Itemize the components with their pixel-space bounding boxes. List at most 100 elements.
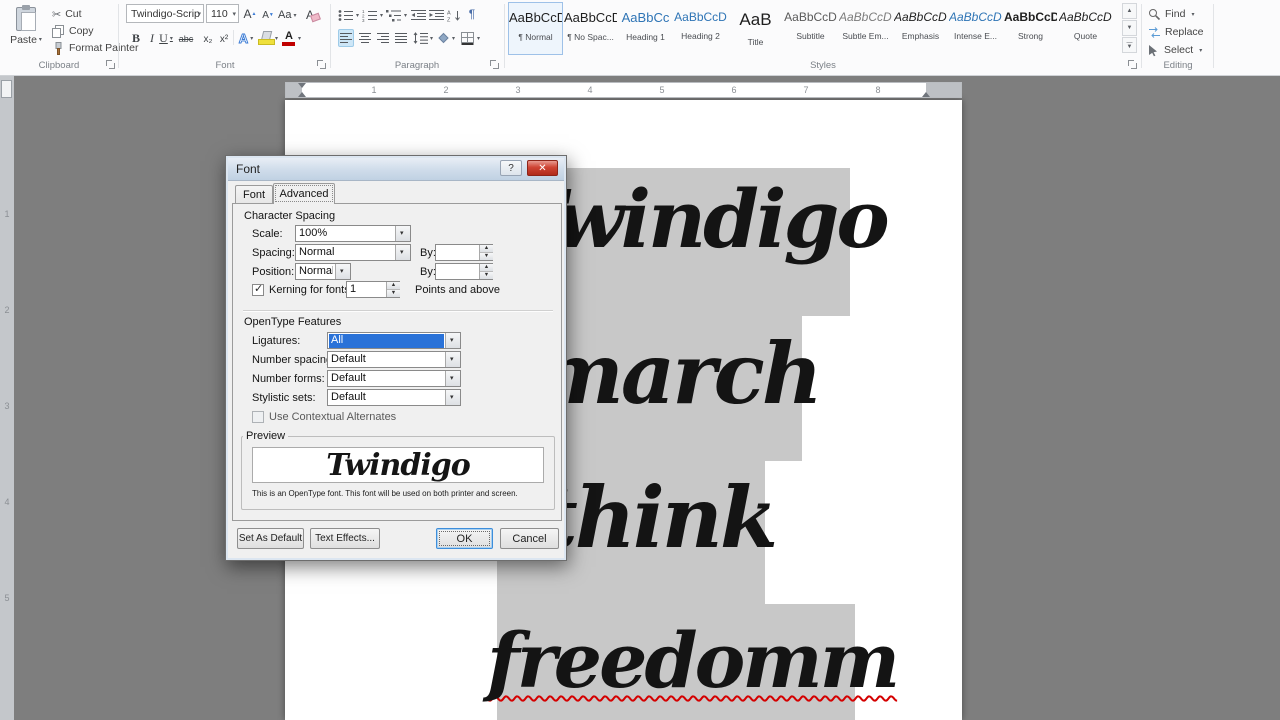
style-item[interactable]: AaBbCcDc ¶ No Spac...: [563, 2, 618, 55]
bullets-button[interactable]: [338, 6, 359, 24]
sort-button[interactable]: AZ: [446, 6, 462, 24]
spin-up-icon[interactable]: ▲: [387, 282, 400, 290]
stylistic-sets-combobox[interactable]: Default: [327, 389, 461, 406]
strikethrough-button[interactable]: abc: [178, 30, 194, 48]
find-button[interactable]: Find: [1148, 6, 1194, 22]
align-center-button[interactable]: [357, 29, 373, 47]
contextual-alternates-checkbox[interactable]: [252, 411, 264, 423]
gallery-more-button[interactable]: —▼: [1122, 37, 1137, 53]
left-indent-marker[interactable]: [298, 92, 306, 97]
clear-formatting-button[interactable]: A: [302, 6, 318, 24]
kerning-spinner[interactable]: 1 ▲▼: [346, 281, 400, 298]
position-by-spinner[interactable]: ▲▼: [435, 263, 493, 280]
first-line-indent-marker[interactable]: [298, 83, 306, 88]
style-item[interactable]: AaBbCcDt Strong: [1003, 2, 1058, 55]
dialog-title: Font: [236, 162, 260, 176]
paste-clipboard-icon: [16, 7, 36, 31]
paragraph-dialog-launcher[interactable]: [490, 60, 500, 70]
help-button[interactable]: ?: [500, 160, 522, 176]
number-spacing-combobox[interactable]: Default: [327, 351, 461, 368]
chevron-down-icon[interactable]: [445, 333, 460, 348]
position-combobox[interactable]: Normal: [295, 263, 351, 280]
number-forms-combobox[interactable]: Default: [327, 370, 461, 387]
section-separator: [243, 310, 553, 312]
chevron-down-icon[interactable]: [395, 245, 410, 260]
scale-combobox[interactable]: 100%: [295, 225, 411, 242]
shrink-font-button[interactable]: A▼: [260, 6, 276, 24]
cancel-button[interactable]: Cancel: [500, 528, 559, 549]
tab-advanced[interactable]: Advanced: [273, 183, 335, 204]
font-dialog-launcher[interactable]: [317, 60, 327, 70]
multilevel-list-button[interactable]: [386, 6, 407, 24]
set-as-default-button[interactable]: Set As Default: [237, 528, 304, 549]
style-item[interactable]: AaBbCcDt Subtle Em...: [838, 2, 893, 55]
text-effects-button[interactable]: A: [238, 29, 254, 47]
ok-button[interactable]: OK: [436, 528, 493, 549]
copy-button[interactable]: Copy: [52, 23, 94, 39]
font-name-combobox[interactable]: Twindigo-Scrip: [126, 4, 204, 23]
change-case-button[interactable]: Aa: [278, 6, 296, 24]
decrease-indent-button[interactable]: [410, 6, 426, 24]
style-item[interactable]: AaBbCc Heading 1: [618, 2, 673, 55]
grow-font-button[interactable]: A▲: [242, 5, 258, 23]
styles-dialog-launcher[interactable]: [1128, 60, 1138, 70]
chevron-down-icon[interactable]: [335, 264, 350, 279]
superscript-button[interactable]: x²: [216, 30, 232, 48]
style-item[interactable]: AaBbCcD Subtitle: [783, 2, 838, 55]
style-item[interactable]: AaBbCcDc ¶ Normal: [508, 2, 563, 55]
document-word[interactable]: freedomm: [487, 616, 897, 705]
style-item[interactable]: AaBbCcD Heading 2: [673, 2, 728, 55]
horizontal-ruler[interactable]: 12345678: [285, 82, 962, 98]
style-item[interactable]: AaBbCcDt Quote: [1058, 2, 1113, 55]
chevron-down-icon[interactable]: [445, 371, 460, 386]
underline-button[interactable]: U: [158, 29, 174, 47]
chevron-down-icon[interactable]: [395, 226, 410, 241]
clipboard-dialog-launcher[interactable]: [106, 60, 116, 70]
copy-icon: [52, 25, 65, 38]
numbering-button[interactable]: 123: [362, 6, 383, 24]
chevron-down-icon[interactable]: [445, 390, 460, 405]
ligatures-combobox[interactable]: All: [327, 332, 461, 349]
close-button[interactable]: ✕: [527, 160, 558, 176]
select-button[interactable]: Select: [1148, 42, 1202, 58]
gallery-scroll-down-button[interactable]: ▼: [1122, 20, 1137, 36]
spin-down-icon[interactable]: ▼: [480, 272, 493, 280]
increase-indent-button[interactable]: [428, 6, 444, 24]
right-indent-marker[interactable]: [922, 92, 930, 97]
document-word[interactable]: march: [535, 324, 820, 423]
bold-button[interactable]: B: [128, 29, 144, 47]
borders-button[interactable]: [461, 29, 480, 47]
spin-down-icon[interactable]: ▼: [387, 290, 400, 298]
tab-font[interactable]: Font: [235, 185, 273, 204]
show-paragraph-marks-button[interactable]: ¶: [464, 5, 480, 23]
kerning-suffix-label: Points and above: [415, 284, 500, 296]
format-painter-button[interactable]: Format Painter: [52, 40, 138, 56]
document-word[interactable]: think: [539, 468, 775, 567]
gallery-scroll-up-button[interactable]: ▲: [1122, 3, 1137, 19]
shading-button[interactable]: [437, 29, 455, 47]
replace-button[interactable]: Replace: [1148, 24, 1204, 40]
font-size-combobox[interactable]: 110: [206, 4, 239, 23]
cut-button[interactable]: ✂ Cut: [52, 6, 82, 22]
vertical-scroll-thumb[interactable]: [1, 80, 12, 98]
text-highlight-button[interactable]: [258, 29, 278, 47]
subscript-button[interactable]: x₂: [200, 30, 216, 48]
spin-up-icon[interactable]: ▲: [480, 264, 493, 272]
justify-button[interactable]: [393, 29, 409, 47]
line-spacing-button[interactable]: [413, 29, 433, 47]
vertical-ruler[interactable]: 12345: [0, 76, 14, 720]
align-right-button[interactable]: [375, 29, 391, 47]
align-left-button[interactable]: [338, 29, 354, 47]
spacing-combobox[interactable]: Normal: [295, 244, 411, 261]
kerning-checkbox[interactable]: [252, 284, 264, 296]
style-item[interactable]: AaB Title: [728, 2, 783, 55]
spin-up-icon[interactable]: ▲: [480, 245, 493, 253]
font-color-button[interactable]: A: [282, 29, 301, 47]
style-item[interactable]: AaBbCcDt Intense E...: [948, 2, 1003, 55]
paste-button[interactable]: Paste: [5, 3, 47, 67]
chevron-down-icon[interactable]: [445, 352, 460, 367]
style-item[interactable]: AaBbCcDt Emphasis: [893, 2, 948, 55]
spacing-by-spinner[interactable]: ▲▼: [435, 244, 493, 261]
text-effects-button-dialog[interactable]: Text Effects...: [310, 528, 380, 549]
spin-down-icon[interactable]: ▼: [480, 253, 493, 261]
